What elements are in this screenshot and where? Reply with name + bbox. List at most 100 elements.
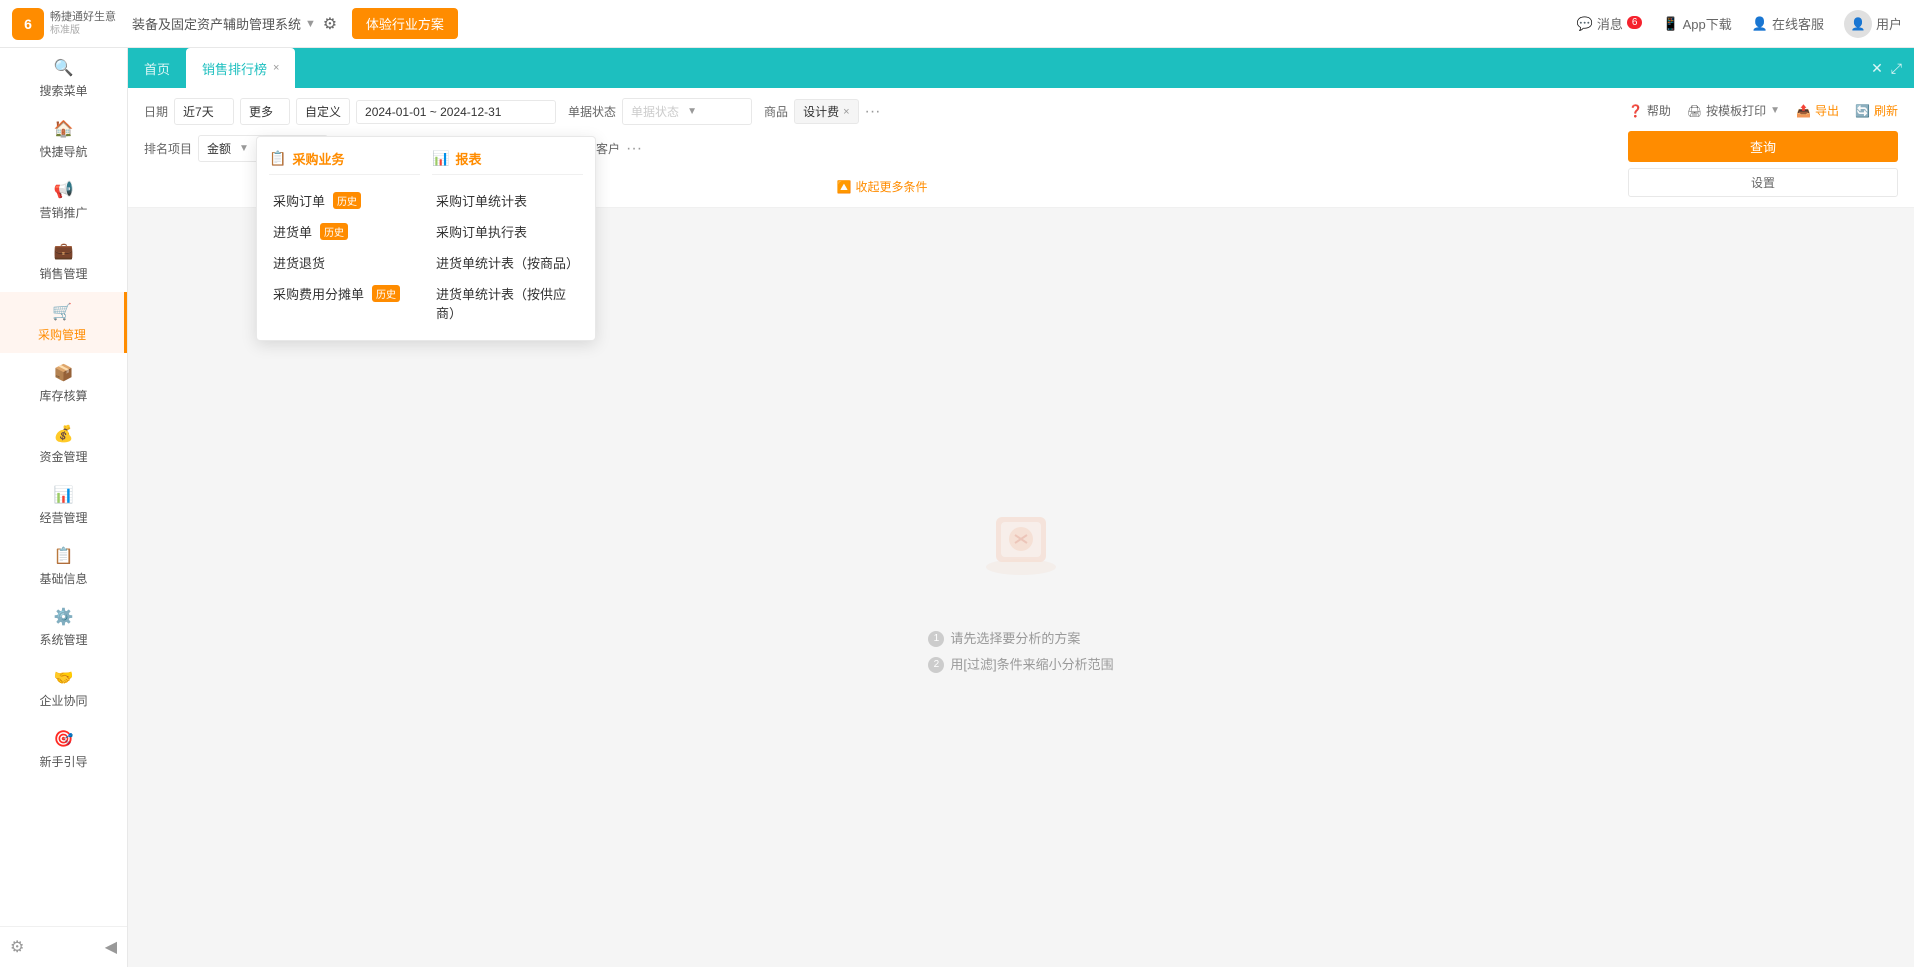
sidebar-item-marketing[interactable]: 📢 营销推广	[0, 170, 127, 231]
query-btn[interactable]: 查询	[1628, 131, 1898, 162]
menu-item-goods-return[interactable]: 进货退货	[269, 247, 420, 278]
purchase-dropdown-menu: 📋 采购业务 采购订单 历史 进货单 历史 进货退货	[256, 136, 596, 341]
print-dropdown-arrow: ▼	[1770, 105, 1780, 116]
sidebar-label-marketing: 营销推广	[39, 204, 87, 221]
message-icon: 💬	[1577, 16, 1593, 32]
menu-item-goods-stats-by-supplier[interactable]: 进货单统计表（按供应商）	[432, 278, 583, 328]
help-icon: ❓	[1628, 104, 1643, 118]
logo-icon: 6	[12, 8, 44, 40]
menu-item-goods-receipt[interactable]: 进货单 历史	[269, 216, 420, 247]
setting-btn[interactable]: 设置	[1628, 168, 1898, 197]
sidebar-item-quick-nav[interactable]: 🏠 快捷导航	[0, 109, 127, 170]
history-badge-purchase-order: 历史	[333, 192, 361, 209]
menu-item-purchase-order[interactable]: 采购订单 历史	[269, 185, 420, 216]
app-download-btn[interactable]: 📱 App下载	[1662, 14, 1731, 33]
tab-maximize-area: ✕ ⤢	[1871, 60, 1914, 77]
close-window-icon[interactable]: ✕	[1871, 60, 1883, 77]
user-btn[interactable]: 👤 用户	[1844, 10, 1902, 38]
goods-tag-close[interactable]: ×	[843, 106, 849, 118]
date-range-input[interactable]: 2024-01-01 ~ 2024-12-31	[356, 100, 556, 124]
sales-icon: 💼	[54, 241, 74, 261]
bill-status-select[interactable]: 单据状态 ▼	[622, 98, 752, 125]
report-col-icon: 📊	[432, 150, 449, 167]
maximize-icon[interactable]: ⤢	[1891, 60, 1902, 77]
bill-status-label: 单据状态	[568, 103, 616, 120]
sidebar-item-inventory[interactable]: 📦 库存核算	[0, 353, 127, 414]
print-btn[interactable]: 🖨 按模板打印 ▼	[1687, 102, 1780, 119]
empty-tips: 1 请先选择要分析的方案 2 用[过滤]条件来缩小分析范围	[928, 626, 1113, 678]
goods-tag[interactable]: 设计费 ×	[794, 99, 858, 124]
refresh-btn[interactable]: 🔄 刷新	[1855, 102, 1898, 119]
home-tab-label: 首页	[144, 59, 170, 78]
basic-info-icon: 📋	[54, 546, 74, 566]
sidebar-item-system[interactable]: ⚙️ 系统管理	[0, 597, 127, 658]
sidebar-item-basic-info[interactable]: 📋 基础信息	[0, 536, 127, 597]
settings-icon[interactable]: ⚙	[316, 10, 344, 38]
message-badge: 6	[1627, 16, 1643, 29]
bill-status-arrow: ▼	[687, 106, 697, 117]
help-btn[interactable]: ❓ 帮助	[1628, 102, 1671, 119]
newbie-icon: 🎯	[54, 729, 74, 749]
report-column: 📊 报表 采购订单统计表 采购订单执行表 进货单统计表（按商品） 进货单统计表（…	[432, 149, 583, 328]
sidebar-label-sales: 销售管理	[39, 265, 87, 282]
menu-item-goods-stats-by-product[interactable]: 进货单统计表（按商品）	[432, 247, 583, 278]
sidebar-item-finance[interactable]: 💰 资金管理	[0, 414, 127, 475]
menu-item-purchase-order-stats[interactable]: 采购订单统计表	[432, 185, 583, 216]
customer-more-btn[interactable]: ···	[626, 140, 642, 158]
menu-item-purchase-expense[interactable]: 采购费用分摊单 历史	[269, 278, 420, 309]
rank-label: 排名项目	[144, 140, 192, 157]
tab-bar: 首页 销售排行榜 × ✕ ⤢	[128, 48, 1914, 88]
purchase-business-column: 📋 采购业务 采购订单 历史 进货单 历史 进货退货	[269, 149, 420, 328]
enterprise-icon: 🤝	[54, 668, 74, 688]
purchase-business-title: 📋 采购业务	[269, 149, 420, 175]
message-btn[interactable]: 💬 消息 6	[1577, 14, 1643, 33]
rank-arrow: ▼	[239, 143, 249, 154]
sidebar-collapse-btn[interactable]: ◀	[105, 937, 117, 957]
date-quick-7[interactable]: 近7天	[174, 98, 234, 125]
top-bar: 6 畅捷通好生意 标准版 装备及固定资产辅助管理系统 ▼ ⚙ 体验行业方案 💬 …	[0, 0, 1914, 48]
tab-close-icon[interactable]: ×	[273, 62, 279, 74]
purchase-icon: 🛒	[52, 302, 72, 322]
sidebar-item-purchase[interactable]: 🛒 采购管理	[0, 292, 127, 353]
sidebar-item-search[interactable]: 🔍 搜索菜单	[0, 48, 127, 109]
marketing-icon: 📢	[54, 180, 74, 200]
history-badge-purchase-expense: 历史	[372, 285, 400, 302]
main-area: 🔍 搜索菜单 🏠 快捷导航 📢 营销推广 💼 销售管理 🛒 采购管理 📦	[0, 48, 1914, 967]
system-title: 装备及固定资产辅助管理系统	[132, 14, 301, 33]
online-service-btn[interactable]: 👤 在线客服	[1752, 14, 1824, 33]
empty-tip-2: 2 用[过滤]条件来缩小分析范围	[928, 652, 1113, 678]
sidebar-label-inventory: 库存核算	[39, 387, 87, 404]
svg-text:6: 6	[24, 16, 32, 32]
sidebar-item-sales[interactable]: 💼 销售管理	[0, 231, 127, 292]
content-area: 首页 销售排行榜 × ✕ ⤢ 日期	[128, 48, 1914, 967]
phone-icon: 📱	[1662, 16, 1678, 32]
sidebar-item-operations[interactable]: 📊 经营管理	[0, 475, 127, 536]
system-title-dropdown[interactable]: 装备及固定资产辅助管理系统 ▼	[132, 14, 316, 33]
export-btn[interactable]: 📤 导出	[1796, 102, 1839, 119]
filter-goods: 商品 设计费 × ···	[764, 99, 880, 124]
sidebar-label-finance: 资金管理	[39, 448, 87, 465]
search-icon: 🔍	[54, 58, 74, 78]
collapse-arrow-icon: 🔼	[836, 180, 851, 194]
goods-more-btn[interactable]: ···	[865, 103, 881, 121]
sidebar-label-newbie: 新手引导	[39, 753, 87, 770]
industry-btn[interactable]: 体验行业方案	[352, 8, 458, 39]
empty-tip-1: 1 请先选择要分析的方案	[928, 626, 1113, 652]
sidebar-item-newbie[interactable]: 🎯 新手引导	[0, 719, 127, 780]
sidebar-settings-btn[interactable]: ⚙	[10, 937, 24, 957]
tab-home[interactable]: 首页	[128, 48, 186, 88]
date-custom-btn[interactable]: 自定义	[296, 98, 350, 125]
refresh-icon: 🔄	[1855, 104, 1870, 118]
date-more-btn[interactable]: 更多	[240, 98, 290, 125]
customer-label: 客户	[596, 140, 620, 157]
sidebar-label-search: 搜索菜单	[39, 82, 87, 99]
sidebar-item-enterprise[interactable]: 🤝 企业协同	[0, 658, 127, 719]
menu-item-purchase-order-exec[interactable]: 采购订单执行表	[432, 216, 583, 247]
tab-sales-rank[interactable]: 销售排行榜 ×	[186, 48, 295, 88]
print-icon: 🖨	[1687, 104, 1702, 118]
collapse-btn[interactable]: 🔼 收起更多条件	[836, 178, 927, 195]
logo-text: 畅捷通好生意 标准版	[50, 10, 116, 37]
history-badge-goods-receipt: 历史	[320, 223, 348, 240]
service-icon: 👤	[1752, 16, 1768, 32]
filter-date: 日期 近7天 更多 自定义 2024-01-01 ~ 2024	[144, 98, 556, 125]
